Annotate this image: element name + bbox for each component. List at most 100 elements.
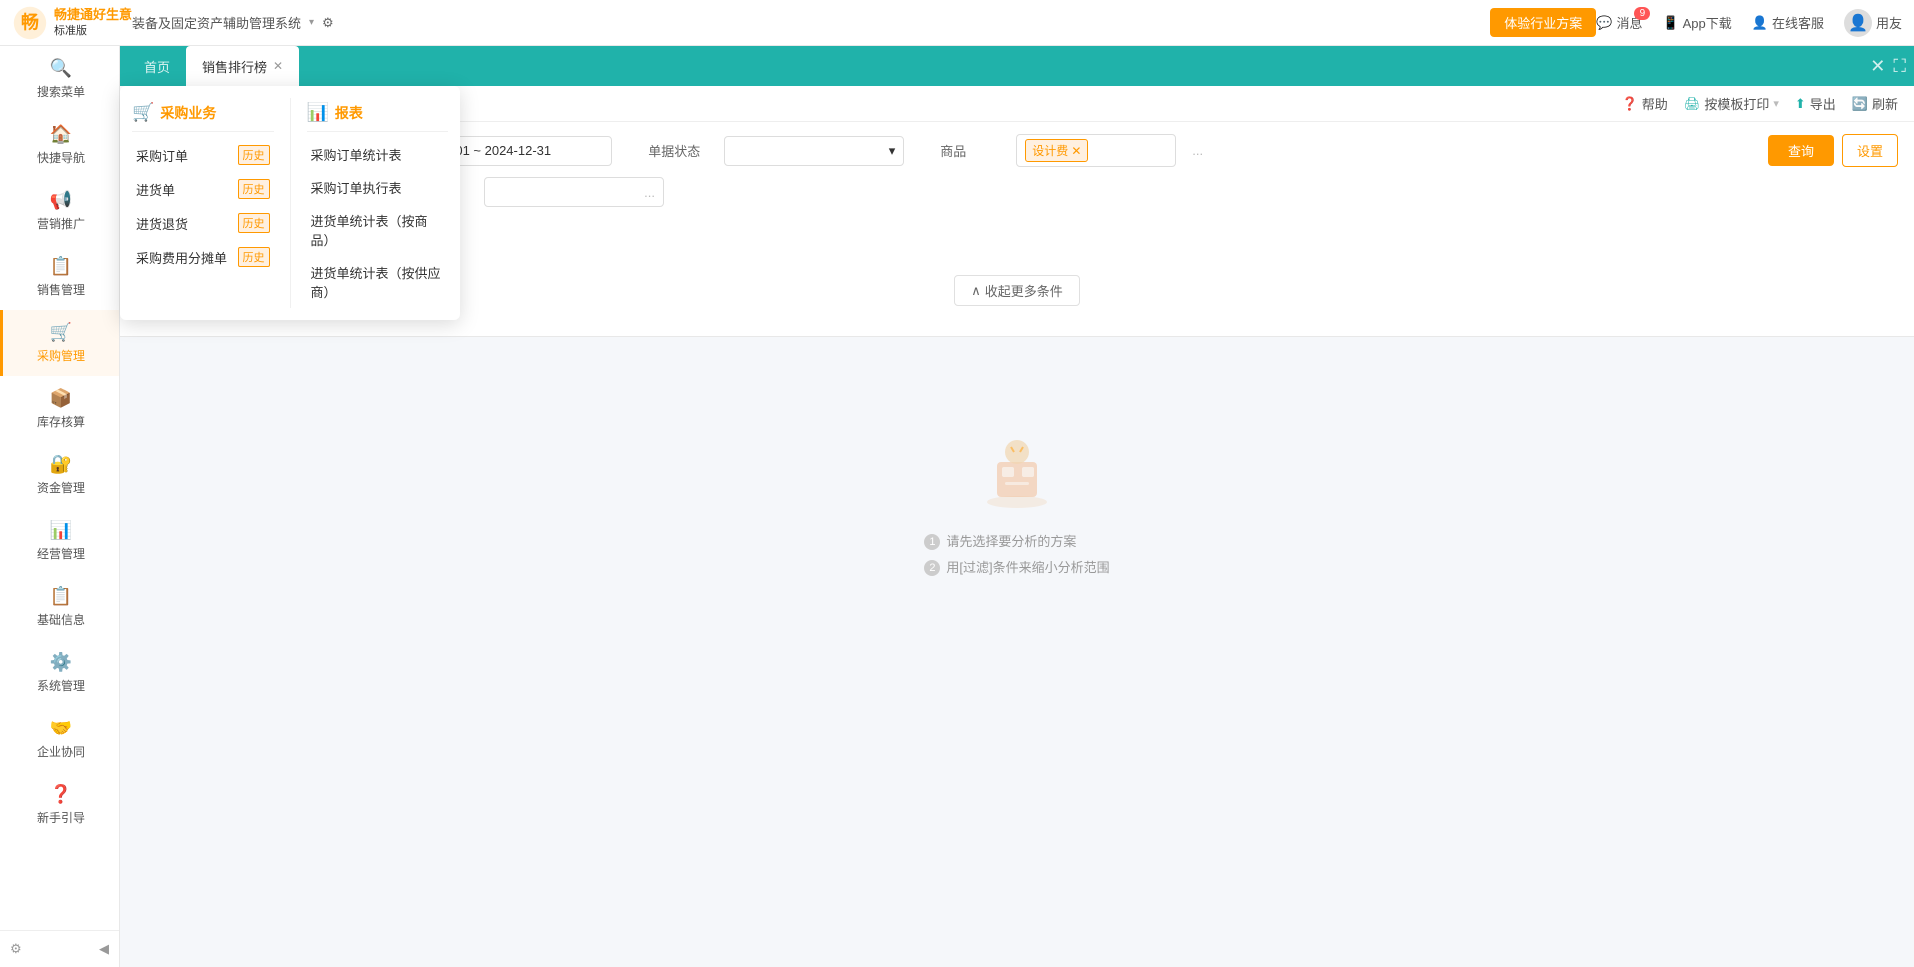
tab-home[interactable]: 首页 [128,46,186,86]
top-header: 畅 畅捷通好生意 标准版 装备及固定资产辅助管理系统 ▾ ⚙ 体验行业方案 💬 … [0,0,1914,46]
tab-bar: 首页 销售排行榜 ✕ ✕ ⛶ [120,46,1914,86]
message-badge: 9 [1634,7,1650,20]
collapse-btn[interactable]: ∧ 收起更多条件 [954,275,1080,306]
report-col-title: 📊 报表 [307,98,449,132]
purchase-col-title: 🛒 采购业务 [132,98,274,132]
empty-state: 1 请先选择要分析的方案 2 用[过滤]条件来缩小分析范围 [120,337,1914,661]
sidebar-bottom: ⚙ ◀ [0,930,119,967]
print-chevron[interactable]: ▾ [1773,97,1779,110]
export-btn[interactable]: ⬆ 导出 [1795,94,1836,113]
dropdown-item-stock-return[interactable]: 进货退货 历史 [132,206,274,240]
dropdown-divider [290,98,291,308]
marketing-icon: 📢 [50,190,72,211]
phone-icon: 📱 [1662,15,1678,31]
app-download-item[interactable]: 📱 App下载 [1662,13,1731,32]
tab-bar-actions: ✕ ⛶ [1870,56,1906,77]
order-status-label: 单据状态 [648,141,708,160]
sidebar-item-basic-info[interactable]: 📋 基础信息 [0,574,119,640]
goods-label: 商品 [940,141,1000,160]
settings-button[interactable]: 设置 [1842,134,1898,167]
sidebar-settings-icon[interactable]: ⚙ [10,941,22,957]
report-col-icon: 📊 [307,102,329,123]
inventory-icon: 📦 [50,388,72,409]
refresh-icon: 🔄 [1852,96,1868,112]
sidebar-item-search[interactable]: 🔍 搜索菜单 [0,46,119,112]
industry-btn[interactable]: 体验行业方案 [1490,8,1596,37]
goods-tag: 设计费 ✕ [1025,139,1088,162]
dropdown-columns: 🛒 采购业务 采购订单 历史 进货单 历史 进货退货 历史 采购费用分摊单 历史 [120,98,460,308]
service-icon: 👤 [1752,15,1768,31]
svg-text:畅: 畅 [21,11,39,32]
history-badge-1: 历史 [238,179,270,199]
sidebar-item-inventory[interactable]: 📦 库存核算 [0,376,119,442]
sidebar-collapse-icon[interactable]: ◀ [99,941,109,957]
sidebar-item-cooperation[interactable]: 🤝 企业协同 [0,706,119,772]
help-btn[interactable]: ❓ 帮助 [1622,94,1668,113]
user-avatar: 👤 [1844,9,1872,37]
dropdown-item-purchase-order-exec[interactable]: 采购订单执行表 [307,171,449,204]
salesperson-select[interactable]: ... [484,177,664,207]
empty-tips: 1 请先选择要分析的方案 2 用[过滤]条件来缩小分析范围 [924,529,1109,581]
tab-close-icon[interactable]: ✕ [273,59,283,73]
purchase-dropdown-menu: 🛒 采购业务 采购订单 历史 进货单 历史 进货退货 历史 采购费用分摊单 历史 [120,86,460,320]
purchase-column: 🛒 采购业务 采购订单 历史 进货单 历史 进货退货 历史 采购费用分摊单 历史 [120,98,286,308]
finance-icon: 🔐 [50,454,72,475]
system-name-text: 装备及固定资产辅助管理系统 [132,13,301,32]
query-button[interactable]: 查询 [1768,135,1834,166]
goods-ellipsis[interactable]: ... [1192,143,1203,158]
purchase-icon: 🛒 [50,322,72,343]
salesperson-ellipsis[interactable]: ... [644,185,655,200]
dropdown-item-purchase-expense[interactable]: 采购费用分摊单 历史 [132,240,274,274]
system-icon: ⚙️ [50,652,72,673]
sidebar-item-quick-nav[interactable]: 🏠 快捷导航 [0,112,119,178]
sales-icon: 📋 [50,256,72,277]
sidebar-item-operations[interactable]: 📊 经营管理 [0,508,119,574]
dropdown-item-purchase-order-stat[interactable]: 采购订单统计表 [307,138,449,171]
user-name: 用友 [1876,13,1902,32]
home-icon: 🏠 [50,124,72,145]
dropdown-item-purchase-order[interactable]: 采购订单 历史 [132,138,274,172]
logo-area: 畅 畅捷通好生意 标准版 [12,5,132,41]
goods-tag-close[interactable]: ✕ [1071,144,1081,158]
app-download-label: App下载 [1683,13,1732,32]
sidebar-item-guide[interactable]: ❓ 新手引导 [0,772,119,838]
logo-icon: 畅 [12,5,48,41]
message-item[interactable]: 💬 消息 9 [1596,13,1642,32]
header-settings-icon[interactable]: ⚙ [322,15,334,31]
history-badge-2: 历史 [238,213,270,233]
tip-text-1: 请先选择要分析的方案 [946,529,1076,555]
history-badge-0: 历史 [238,145,270,165]
order-status-select[interactable]: ▾ [724,136,904,166]
tab-maximize-icon[interactable]: ⛶ [1893,56,1906,77]
operations-icon: 📊 [50,520,72,541]
online-service-item[interactable]: 👤 在线客服 [1752,13,1824,32]
sidebar-item-finance[interactable]: 🔐 资金管理 [0,442,119,508]
history-badge-3: 历史 [238,247,270,267]
tip-text-2: 用[过滤]条件来缩小分析范围 [946,555,1109,581]
sidebar-item-sales[interactable]: 📋 销售管理 [0,244,119,310]
help-icon: ❓ [1622,96,1638,112]
sidebar: 🔍 搜索菜单 🏠 快捷导航 📢 营销推广 📋 销售管理 🛒 采购管理 📦 库存核… [0,46,120,967]
purchase-col-icon: 🛒 [132,102,154,123]
sidebar-item-system[interactable]: ⚙️ 系统管理 [0,640,119,706]
search-icon: 🔍 [50,58,72,79]
dropdown-item-stock-in[interactable]: 进货单 历史 [132,172,274,206]
collapse-icon: ∧ [971,283,981,299]
export-icon: ⬆ [1795,96,1806,112]
tab-sales-rank[interactable]: 销售排行榜 ✕ [186,46,299,86]
print-icon: 🖨 [1684,96,1701,112]
tip-num-1: 1 [924,534,940,550]
empty-illustration [967,417,1067,517]
print-btn[interactable]: 🖨 按模板打印 ▾ [1684,94,1779,113]
tip-num-2: 2 [924,560,940,576]
dropdown-item-stock-in-stat-goods[interactable]: 进货单统计表（按商品） [307,204,449,256]
tab-close-window-icon[interactable]: ✕ [1870,56,1885,77]
guide-icon: ❓ [50,784,72,805]
logo-text: 畅捷通好生意 标准版 [54,7,132,38]
dropdown-item-stock-in-stat-supplier[interactable]: 进货单统计表（按供应商） [307,256,449,308]
sidebar-item-purchase[interactable]: 🛒 采购管理 [0,310,119,376]
sidebar-item-marketing[interactable]: 📢 营销推广 [0,178,119,244]
user-item[interactable]: 👤 用友 [1844,9,1902,37]
refresh-btn[interactable]: 🔄 刷新 [1852,94,1898,113]
system-name-chevron[interactable]: ▾ [309,17,314,28]
